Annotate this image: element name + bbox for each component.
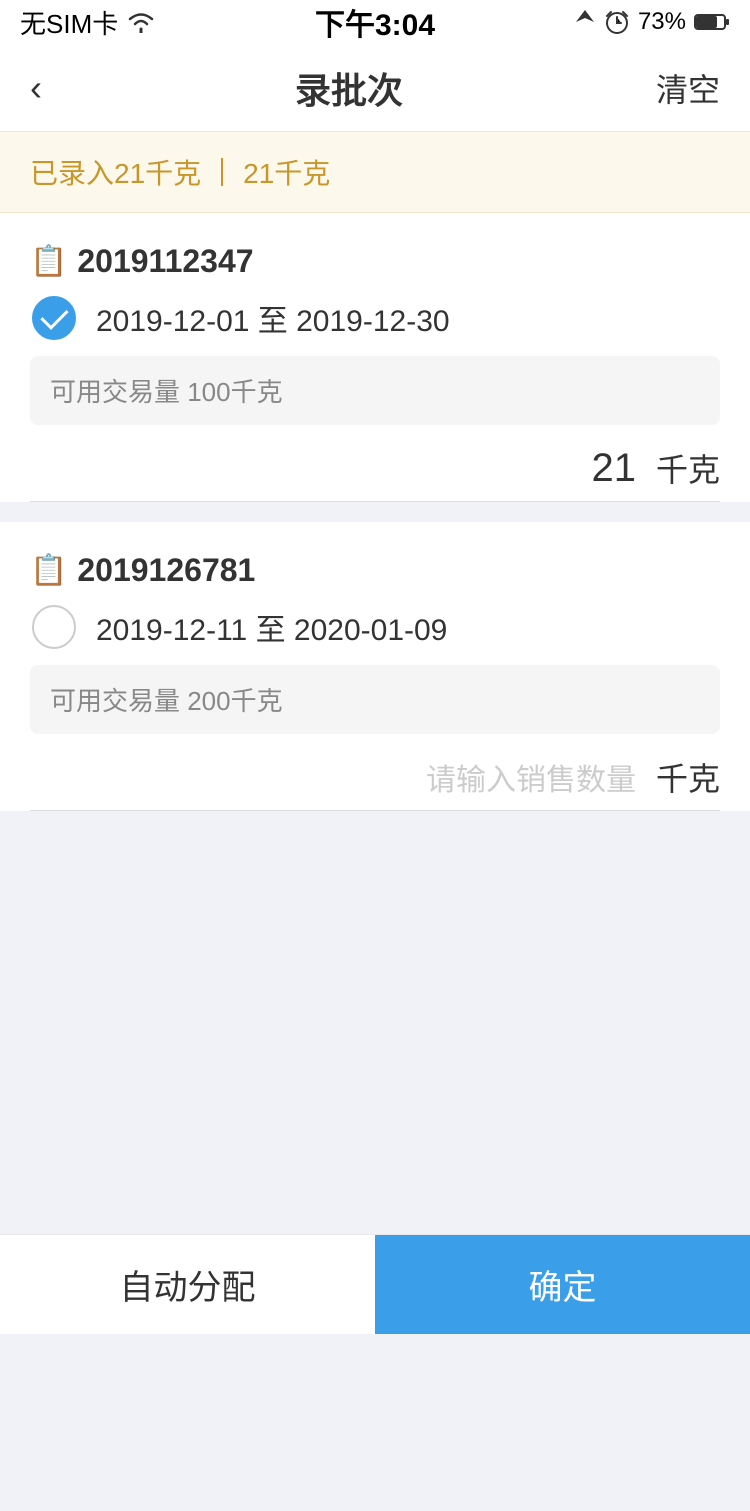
recorded-value: 21千克 [243, 152, 330, 192]
carrier-text: 无SIM卡 [20, 4, 118, 41]
batch-header-2: 📋 2019126781 [30, 552, 720, 589]
batch-card-1: 📋 2019112347 2019-12-01 至 2019-12-30 可用交… [0, 213, 750, 502]
battery-text: 73% [638, 8, 686, 36]
status-left: 无SIM卡 [20, 4, 156, 41]
clear-button[interactable]: 清空 [656, 65, 720, 111]
batch-date-1: 2019-12-01 至 2019-12-30 [96, 296, 450, 340]
back-button[interactable]: ‹ [30, 67, 42, 109]
quantity-row-2: 请输入销售数量 千克 [0, 734, 750, 810]
batch-check-row-2: 2019-12-11 至 2020-01-09 [30, 605, 720, 649]
status-right: 73% [574, 8, 730, 36]
batch-available-2: 可用交易量 200千克 [30, 665, 720, 734]
auto-distribute-button[interactable]: 自动分配 [0, 1235, 375, 1334]
batch-checkbox-1[interactable] [32, 296, 76, 340]
recorded-label: 已录入21千克 [30, 152, 201, 192]
quantity-row-1: 21 千克 [0, 425, 750, 501]
unit-label-2: 千克 [656, 754, 720, 800]
info-banner: 已录入21千克 21千克 [0, 132, 750, 213]
batch-number-2: 2019126781 [77, 552, 255, 589]
unit-label-1: 千克 [656, 445, 720, 491]
location-icon [574, 8, 596, 36]
page-title: 录批次 [295, 62, 403, 114]
batch-doc-icon-2: 📋 [30, 553, 67, 588]
batch-check-row-1: 2019-12-01 至 2019-12-30 [30, 296, 720, 340]
battery-icon [694, 12, 730, 32]
status-bar: 无SIM卡 下午3:04 73% [0, 0, 750, 44]
nav-bar: ‹ 录批次 清空 [0, 44, 750, 132]
batch-checkbox-2[interactable] [32, 605, 76, 649]
batch-date-2: 2019-12-11 至 2020-01-09 [96, 605, 447, 649]
batch-item-2: 📋 2019126781 2019-12-11 至 2020-01-09 可用交… [0, 522, 750, 734]
batch-number-1: 2019112347 [77, 243, 253, 280]
batch-doc-icon-1: 📋 [30, 244, 67, 279]
confirm-button[interactable]: 确定 [375, 1235, 750, 1334]
quantity-placeholder-2: 请输入销售数量 [30, 755, 636, 799]
bottom-bar: 自动分配 确定 [0, 1234, 750, 1334]
wifi-icon [126, 11, 156, 33]
batch-available-1: 可用交易量 100千克 [30, 356, 720, 425]
quantity-input-1[interactable]: 21 [436, 446, 636, 491]
section-separator-1 [0, 502, 750, 522]
batch-item-1: 📋 2019112347 2019-12-01 至 2019-12-30 可用交… [0, 213, 750, 425]
alarm-icon [604, 9, 630, 35]
batch-header-1: 📋 2019112347 [30, 243, 720, 280]
batch-card-2: 📋 2019126781 2019-12-11 至 2020-01-09 可用交… [0, 522, 750, 811]
banner-divider [221, 158, 223, 186]
status-time: 下午3:04 [315, 0, 435, 44]
